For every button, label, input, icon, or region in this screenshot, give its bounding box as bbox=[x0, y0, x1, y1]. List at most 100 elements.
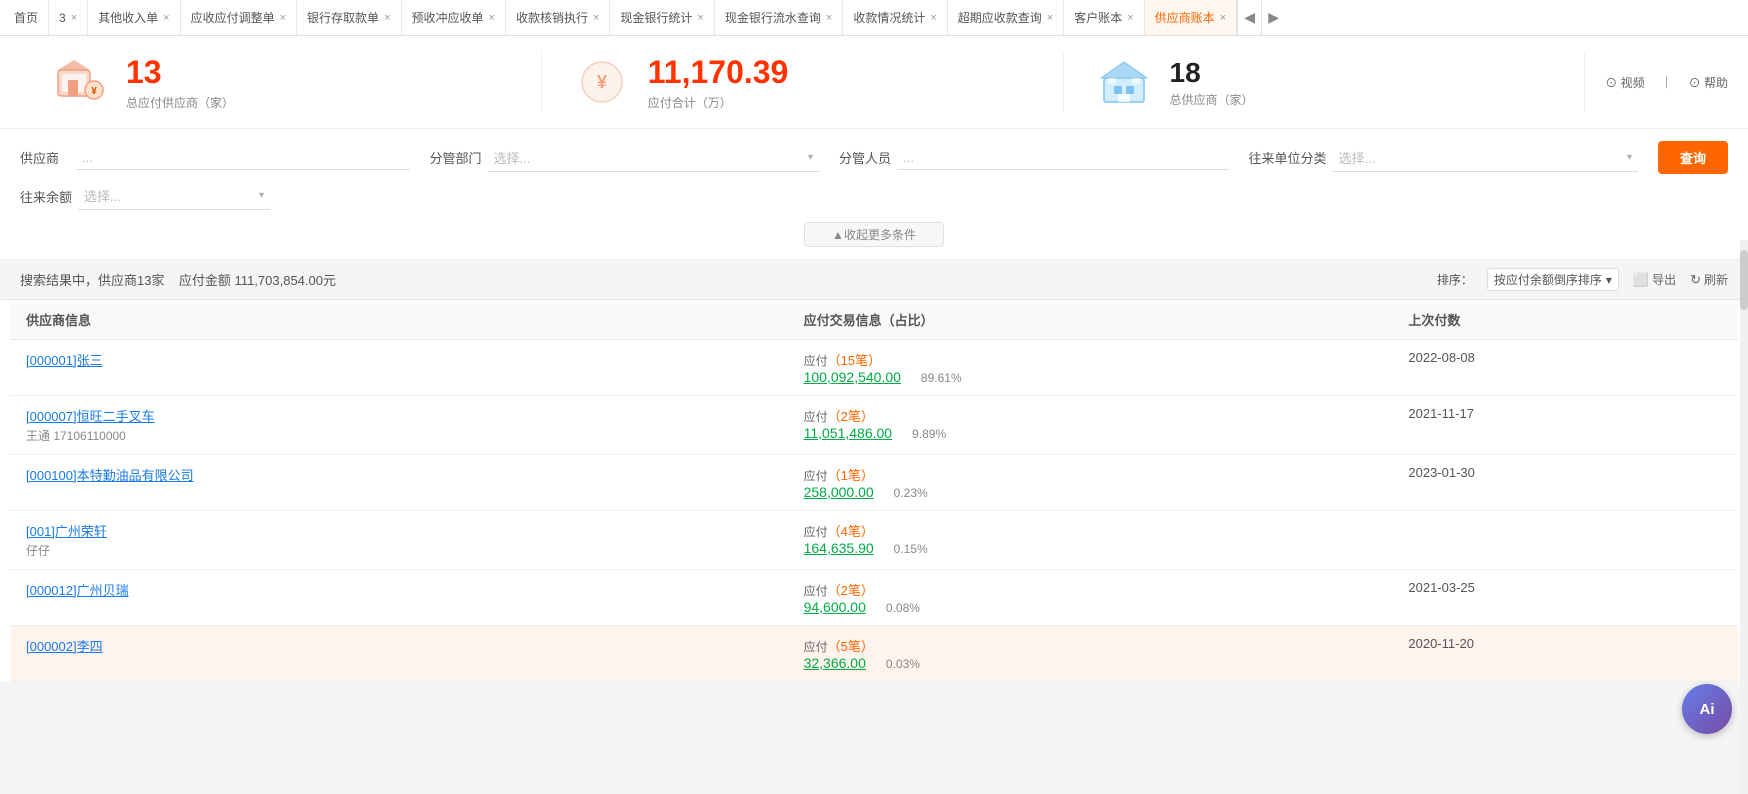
tx-percent: 0.15% bbox=[894, 542, 928, 556]
tx-label-line: 应付（4笔） bbox=[804, 521, 1377, 540]
supplier-filter-input[interactable] bbox=[76, 146, 410, 170]
result-bar: 搜索结果中，供应商13家 应付金额 111,703,854.00元 排序： 按应… bbox=[0, 260, 1748, 300]
summary-text-total: 18 总供应商（家） bbox=[1170, 56, 1254, 109]
last-pay-cell bbox=[1392, 511, 1738, 570]
supplier-info-cell: [000100]本特勤油品有限公司 bbox=[10, 455, 788, 511]
ai-float-button[interactable]: Ai bbox=[1682, 684, 1732, 734]
close-tab-3[interactable]: × bbox=[71, 12, 77, 24]
summary-card-amount: ¥ 11,170.39 应付合计（万） bbox=[542, 52, 1064, 112]
nav-tab-cashflow[interactable]: 现金银行流水查询 × bbox=[715, 0, 843, 36]
scrollbar-track[interactable] bbox=[1740, 240, 1748, 794]
dept-filter-select[interactable]: 选择... ▾ bbox=[488, 144, 819, 172]
supplier-link[interactable]: [000001]张三 bbox=[26, 353, 103, 368]
export-button[interactable]: ⬜ 导出 bbox=[1633, 271, 1676, 288]
person-filter-input[interactable] bbox=[897, 146, 1228, 170]
tx-info-cell: 应付（1笔）258,000.000.23% bbox=[788, 455, 1393, 511]
close-tab-cash-stat[interactable]: × bbox=[697, 12, 703, 24]
tx-label-line: 应付（2笔） bbox=[804, 580, 1377, 599]
close-tab-supplier[interactable]: × bbox=[1220, 12, 1226, 24]
nav-tab-cash-stat[interactable]: 现金银行统计 × bbox=[610, 0, 714, 36]
tx-count: （2笔） bbox=[828, 409, 874, 424]
nav-tab-supplier[interactable]: 供应商账本 × bbox=[1145, 0, 1237, 36]
last-pay-date: 2021-11-17 bbox=[1408, 406, 1474, 421]
balance-filter-value: 选择... bbox=[84, 186, 259, 205]
supplier-link[interactable]: [000007]恒旺二手叉车 bbox=[26, 409, 155, 424]
filter-area: 供应商 分管部门 选择... ▾ 分管人员 往来单位分类 选择... ▾ 查询 … bbox=[0, 129, 1748, 260]
supplier-link[interactable]: [000012]广州贝瑞 bbox=[26, 583, 129, 598]
tx-count: （15笔） bbox=[828, 353, 881, 368]
top-nav: 首页 3 × 其他收入单 × 应收应付调整单 × 银行存取款单 × 预收冲应收单… bbox=[0, 0, 1748, 36]
nav-prev-arrow[interactable]: ◀ bbox=[1237, 0, 1261, 36]
category-chevron-down-icon: ▾ bbox=[1627, 152, 1632, 163]
result-summary: 搜索结果中，供应商13家 应付金额 111,703,854.00元 bbox=[20, 270, 336, 289]
nav-next-arrow[interactable]: ▶ bbox=[1261, 0, 1285, 36]
table-row: [000001]张三应付（15笔）100,092,540.0089.61%202… bbox=[10, 340, 1738, 396]
sort-select[interactable]: 按应付余额倒序排序 ▾ bbox=[1487, 268, 1619, 291]
nav-tab-home[interactable]: 首页 bbox=[4, 0, 49, 36]
supplier-sub-info: 仔仔 bbox=[26, 542, 772, 559]
supplier-link[interactable]: [001]广州荣轩 bbox=[26, 524, 107, 539]
filter-supplier: 供应商 bbox=[20, 146, 410, 170]
tx-percent: 9.89% bbox=[912, 427, 946, 441]
svg-text:¥: ¥ bbox=[91, 86, 97, 97]
amount-value[interactable]: 11,051,486.00 bbox=[804, 425, 893, 441]
filter-dept: 分管部门 选择... ▾ bbox=[430, 144, 820, 172]
sort-label: 排序： bbox=[1437, 271, 1473, 288]
balance-filter-select[interactable]: 选择... ▾ bbox=[78, 182, 270, 210]
video-link[interactable]: ⊙ 视频 bbox=[1605, 74, 1644, 91]
close-tab-prepay[interactable]: × bbox=[489, 12, 495, 24]
scrollbar-thumb[interactable] bbox=[1740, 250, 1748, 310]
nav-tab-prepay[interactable]: 预收冲应收单 × bbox=[402, 0, 506, 36]
amount-value[interactable]: 164,635.90 bbox=[804, 540, 874, 556]
nav-tab-other-income[interactable]: 其他收入单 × bbox=[88, 0, 180, 36]
col-header-supplier: 供应商信息 bbox=[10, 300, 788, 340]
close-tab-overdue[interactable]: × bbox=[1047, 12, 1053, 24]
close-tab-receipts[interactable]: × bbox=[930, 12, 936, 24]
refresh-button[interactable]: ↻ 刷新 bbox=[1690, 271, 1728, 288]
nav-tab-bank[interactable]: 银行存取款单 × bbox=[297, 0, 401, 36]
close-tab-adjust[interactable]: × bbox=[280, 12, 286, 24]
amount-value[interactable]: 94,600.00 bbox=[804, 599, 866, 615]
category-filter-select[interactable]: 选择... ▾ bbox=[1333, 144, 1638, 172]
nav-tab-overdue[interactable]: 超期应收款查询 × bbox=[948, 0, 1064, 36]
help-link[interactable]: ⊙ 帮助 bbox=[1689, 74, 1728, 91]
table-row: [001]广州荣轩仔仔应付（4笔）164,635.900.15% bbox=[10, 511, 1738, 570]
nav-tab-adjust[interactable]: 应收应付调整单 × bbox=[181, 0, 297, 36]
amount-value[interactable]: 32,366.00 bbox=[804, 655, 866, 671]
tx-amount-line: 258,000.000.23% bbox=[804, 484, 1377, 500]
result-actions: 排序： 按应付余额倒序排序 ▾ ⬜ 导出 ↻ 刷新 bbox=[1437, 268, 1728, 291]
close-tab-cashflow[interactable]: × bbox=[826, 12, 832, 24]
nav-tab-collection[interactable]: 收款核销执行 × bbox=[506, 0, 610, 36]
amount-icon: ¥ bbox=[572, 52, 632, 112]
amount-value[interactable]: 100,092,540.00 bbox=[804, 369, 901, 385]
tx-label-line: 应付（15笔） bbox=[804, 350, 1377, 369]
nav-tab-customer[interactable]: 客户账本 × bbox=[1064, 0, 1144, 36]
amount-value[interactable]: 258,000.00 bbox=[804, 484, 874, 500]
close-tab-other-income[interactable]: × bbox=[163, 12, 169, 24]
tx-count: （5笔） bbox=[828, 639, 874, 654]
nav-tab-3[interactable]: 3 × bbox=[49, 0, 88, 36]
tx-info-cell: 应付（2笔）11,051,486.009.89% bbox=[788, 396, 1393, 455]
divider: ｜ bbox=[1661, 74, 1673, 91]
tx-amount-line: 94,600.000.08% bbox=[804, 599, 1377, 615]
supplier-link[interactable]: [000002]李四 bbox=[26, 639, 103, 654]
tx-info-cell: 应付（5笔）32,366.000.03% bbox=[788, 626, 1393, 682]
supplier-filter-label: 供应商 bbox=[20, 148, 70, 167]
collapse-button[interactable]: ▲ 收起更多条件 bbox=[804, 222, 944, 247]
supplier-link[interactable]: [000100]本特勤油品有限公司 bbox=[26, 468, 194, 483]
supplier-info-cell: [000007]恒旺二手叉车王通 17106110000 bbox=[10, 396, 788, 455]
close-tab-collection[interactable]: × bbox=[593, 12, 599, 24]
summary-text-amount: 11,170.39 应付合计（万） bbox=[648, 53, 789, 110]
query-button[interactable]: 查询 bbox=[1658, 141, 1728, 174]
balance-chevron-down-icon: ▾ bbox=[259, 190, 264, 201]
collapse-row: ▲ 收起更多条件 bbox=[20, 218, 1728, 247]
supplier-info-cell: [000012]广州贝瑞 bbox=[10, 570, 788, 626]
total-label: 总供应商（家） bbox=[1170, 91, 1254, 108]
close-tab-bank[interactable]: × bbox=[384, 12, 390, 24]
close-tab-customer[interactable]: × bbox=[1127, 12, 1133, 24]
filter-row-1: 供应商 分管部门 选择... ▾ 分管人员 往来单位分类 选择... ▾ 查询 bbox=[20, 141, 1728, 174]
table-row: [000100]本特勤油品有限公司应付（1笔）258,000.000.23%20… bbox=[10, 455, 1738, 511]
nav-tab-receipts[interactable]: 收款情况统计 × bbox=[843, 0, 947, 36]
supplier-info-cell: [001]广州荣轩仔仔 bbox=[10, 511, 788, 570]
filter-balance: 往来余额 选择... ▾ bbox=[20, 182, 270, 210]
